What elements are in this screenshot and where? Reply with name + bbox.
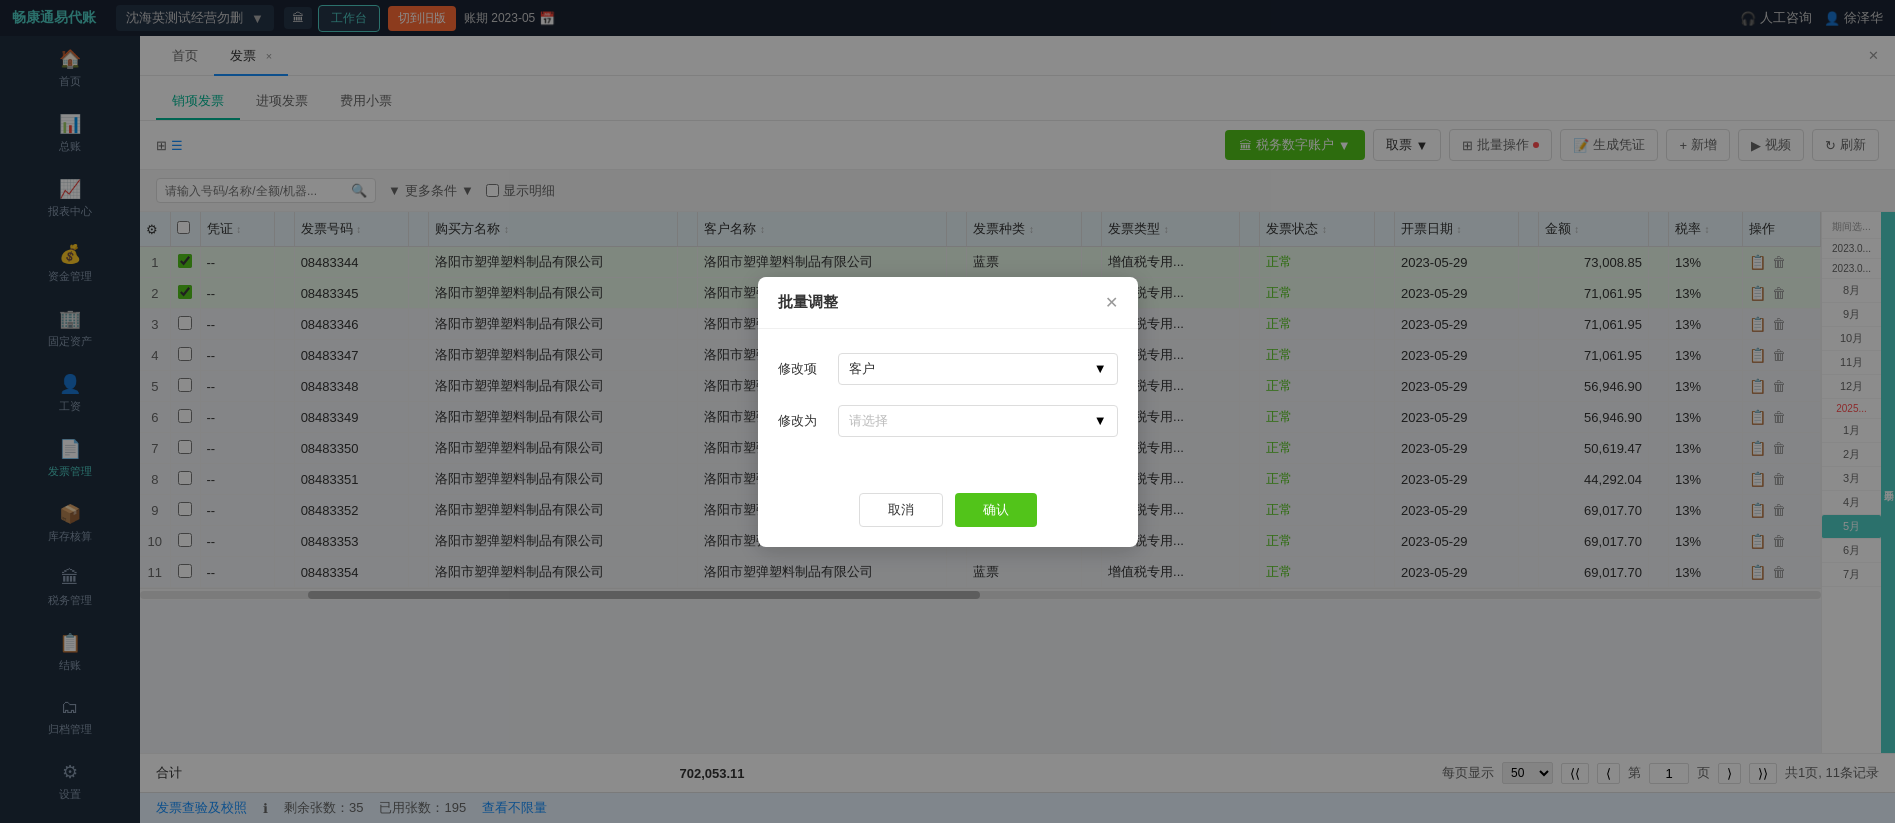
cancel-btn[interactable]: 取消 bbox=[859, 493, 943, 527]
select-dropdown-icon: ▼ bbox=[1094, 361, 1107, 376]
modify-to-placeholder: 请选择 bbox=[849, 412, 888, 430]
modify-to-label: 修改为 bbox=[778, 412, 838, 430]
modal-header: 批量调整 ✕ bbox=[758, 277, 1138, 329]
form-row-modify-to: 修改为 请选择 ▼ bbox=[778, 405, 1118, 437]
batch-adjust-modal: 批量调整 ✕ 修改项 客户 ▼ 修改为 请选择 ▼ 取消 确认 bbox=[758, 277, 1138, 547]
modal-body: 修改项 客户 ▼ 修改为 请选择 ▼ bbox=[758, 329, 1138, 481]
modal-title: 批量调整 bbox=[778, 293, 838, 312]
modify-label: 修改项 bbox=[778, 360, 838, 378]
confirm-btn[interactable]: 确认 bbox=[955, 493, 1037, 527]
modal-footer: 取消 确认 bbox=[758, 481, 1138, 547]
select-to-dropdown-icon: ▼ bbox=[1094, 413, 1107, 428]
modify-to-select[interactable]: 请选择 ▼ bbox=[838, 405, 1118, 437]
modify-select[interactable]: 客户 ▼ bbox=[838, 353, 1118, 385]
modify-value: 客户 bbox=[849, 360, 875, 378]
form-row-modify: 修改项 客户 ▼ bbox=[778, 353, 1118, 385]
modal-overlay: 批量调整 ✕ 修改项 客户 ▼ 修改为 请选择 ▼ 取消 确认 bbox=[0, 0, 1895, 823]
modal-close-btn[interactable]: ✕ bbox=[1105, 293, 1118, 312]
